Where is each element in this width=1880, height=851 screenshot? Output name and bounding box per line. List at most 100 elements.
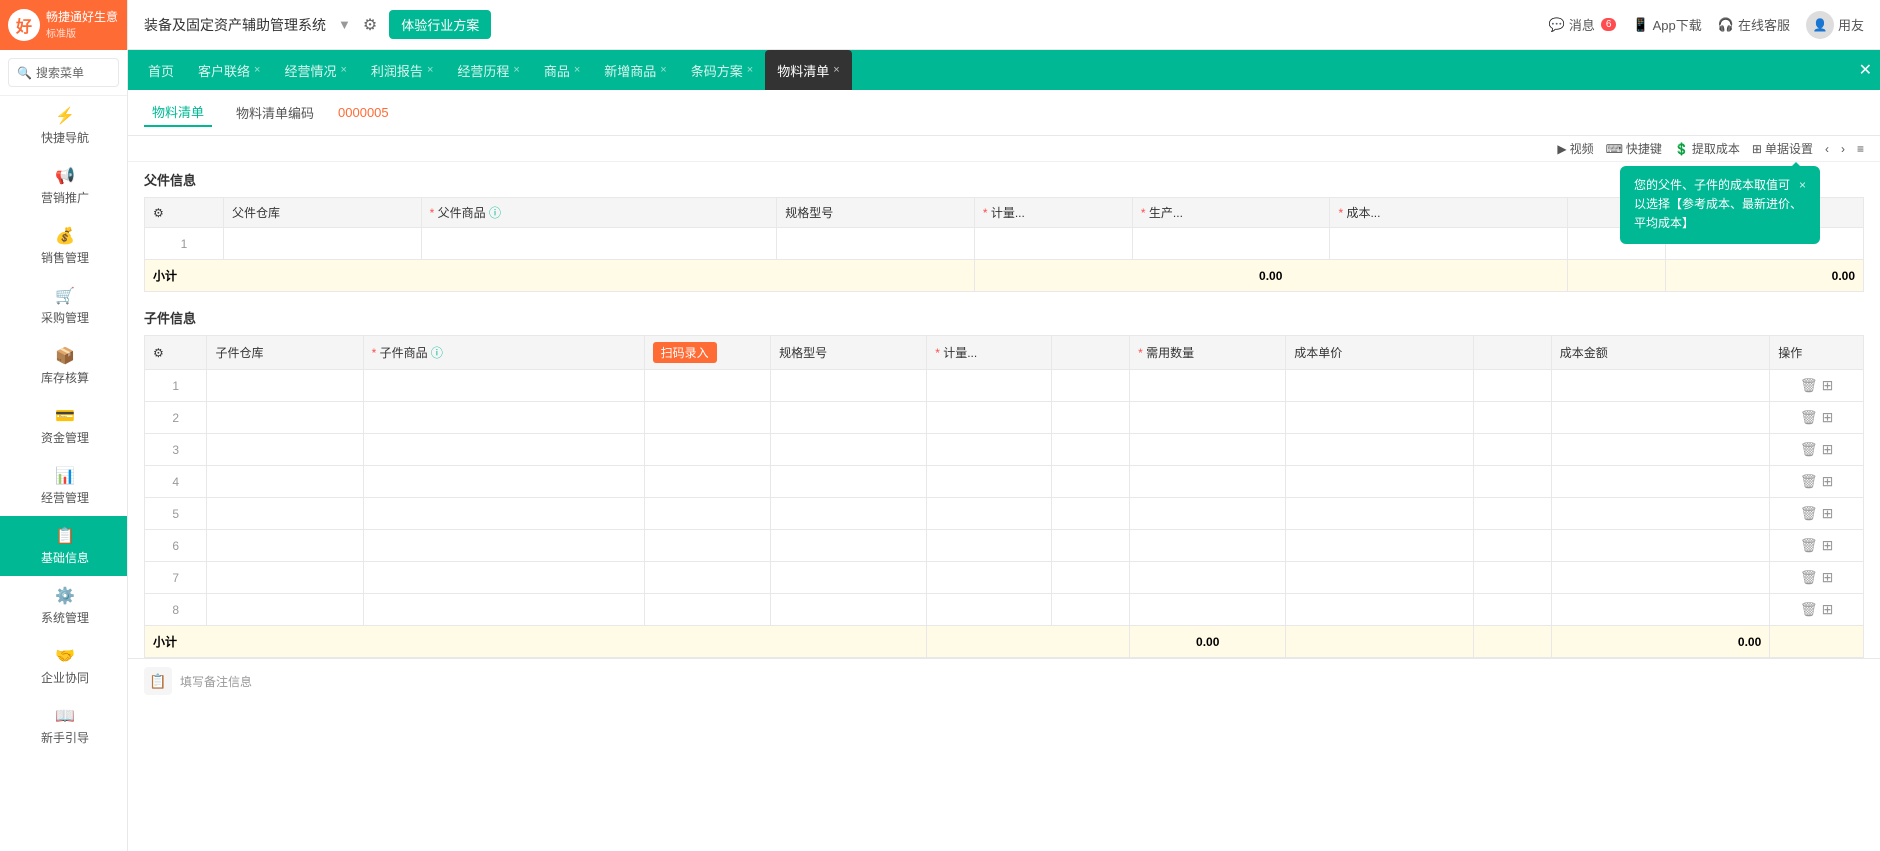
tab-product[interactable]: 商品 × bbox=[532, 50, 592, 90]
child-row-1-warehouse[interactable] bbox=[207, 370, 363, 402]
child-row-4-product[interactable] bbox=[363, 466, 644, 498]
shortcut-btn[interactable]: ⌨ 快捷键 bbox=[1606, 140, 1662, 157]
tab-bom-close[interactable]: × bbox=[833, 64, 839, 76]
tab-product-close[interactable]: × bbox=[574, 64, 580, 76]
child-row-8-product[interactable] bbox=[363, 594, 644, 626]
child-row-4-cost-unit[interactable] bbox=[1286, 466, 1473, 498]
child-row-1-product[interactable] bbox=[363, 370, 644, 402]
child-row-6-delete-icon[interactable]: 🗑 bbox=[1800, 537, 1818, 554]
child-row-2-warehouse[interactable] bbox=[207, 402, 363, 434]
sidebar-item-guide[interactable]: 📖 新手引导 bbox=[0, 696, 127, 756]
child-row-5-delete-icon[interactable]: 🗑 bbox=[1800, 505, 1818, 522]
parent-row-product[interactable] bbox=[421, 228, 777, 260]
tab-customer[interactable]: 客户联络 × bbox=[186, 50, 272, 90]
child-row-5-copy-icon[interactable]: ⊞ bbox=[1822, 505, 1834, 522]
sidebar-item-operations[interactable]: 📊 经营管理 bbox=[0, 456, 127, 516]
child-row-6-qty[interactable] bbox=[1130, 530, 1286, 562]
child-row-2-product[interactable] bbox=[363, 402, 644, 434]
sidebar-item-quick-nav[interactable]: ⚡ 快捷导航 bbox=[0, 96, 127, 156]
child-row-8-warehouse[interactable] bbox=[207, 594, 363, 626]
child-row-6-copy-icon[interactable]: ⊞ bbox=[1822, 537, 1834, 554]
child-row-3-product[interactable] bbox=[363, 434, 644, 466]
tab-new-product[interactable]: 新增商品 × bbox=[592, 50, 678, 90]
sidebar-item-system[interactable]: ⚙️ 系统管理 bbox=[0, 576, 127, 636]
child-row-2-delete-icon[interactable]: 🗑 bbox=[1800, 409, 1818, 426]
tab-journey[interactable]: 经营历程 × bbox=[445, 50, 531, 90]
child-row-4-amount[interactable] bbox=[1551, 466, 1770, 498]
parent-row-production[interactable] bbox=[1132, 228, 1330, 260]
nav-prev-btn[interactable]: ‹ bbox=[1825, 142, 1829, 156]
child-row-2-qty[interactable] bbox=[1130, 402, 1286, 434]
child-col-settings[interactable]: ⚙ bbox=[145, 336, 207, 370]
user-item[interactable]: 👤 用友 bbox=[1806, 11, 1864, 39]
app-download-item[interactable]: 📱 App下载 bbox=[1632, 15, 1701, 34]
child-row-5-product[interactable] bbox=[363, 498, 644, 530]
child-row-7-qty[interactable] bbox=[1130, 562, 1286, 594]
nav-next-btn[interactable]: › bbox=[1841, 142, 1845, 156]
child-row-6-amount[interactable] bbox=[1551, 530, 1770, 562]
view-toggle-btn[interactable]: ≡ bbox=[1857, 142, 1864, 156]
child-row-7-warehouse[interactable] bbox=[207, 562, 363, 594]
child-row-5-qty[interactable] bbox=[1130, 498, 1286, 530]
dropdown-icon[interactable]: ▼ bbox=[338, 17, 351, 32]
sidebar-item-enterprise[interactable]: 🤝 企业协同 bbox=[0, 636, 127, 696]
parent-row-unit[interactable] bbox=[974, 228, 1132, 260]
child-row-6-warehouse[interactable] bbox=[207, 530, 363, 562]
child-row-7-unit[interactable] bbox=[927, 562, 1052, 594]
child-row-8-qty[interactable] bbox=[1130, 594, 1286, 626]
parent-row-warehouse[interactable] bbox=[224, 228, 422, 260]
tab-profit-close[interactable]: × bbox=[427, 64, 433, 76]
tab-barcode[interactable]: 条码方案 × bbox=[679, 50, 765, 90]
sidebar-item-inventory[interactable]: 📦 库存核算 bbox=[0, 336, 127, 396]
tab-profit[interactable]: 利润报告 × bbox=[359, 50, 445, 90]
child-row-3-warehouse[interactable] bbox=[207, 434, 363, 466]
child-row-1-delete-icon[interactable]: 🗑 bbox=[1800, 377, 1818, 394]
child-row-8-spec[interactable] bbox=[771, 594, 927, 626]
single-settings-btn[interactable]: ⊞ 单据设置 bbox=[1752, 140, 1813, 157]
child-row-8-copy-icon[interactable]: ⊞ bbox=[1822, 601, 1834, 618]
child-row-7-delete-icon[interactable]: 🗑 bbox=[1800, 569, 1818, 586]
child-row-5-unit[interactable] bbox=[927, 498, 1052, 530]
child-row-4-unit[interactable] bbox=[927, 466, 1052, 498]
child-row-4-warehouse[interactable] bbox=[207, 466, 363, 498]
tab-operations-close[interactable]: × bbox=[340, 64, 346, 76]
message-item[interactable]: 💬 消息 6 bbox=[1549, 15, 1617, 34]
child-row-2-copy-icon[interactable]: ⊞ bbox=[1822, 409, 1834, 426]
sidebar-item-marketing[interactable]: 📢 营销推广 bbox=[0, 156, 127, 216]
child-row-3-copy-icon[interactable]: ⊞ bbox=[1822, 441, 1834, 458]
tab-customer-close[interactable]: × bbox=[254, 64, 260, 76]
video-btn[interactable]: ▶ 视频 bbox=[1557, 140, 1593, 157]
parent-row-cost[interactable] bbox=[1330, 228, 1567, 260]
child-row-6-product[interactable] bbox=[363, 530, 644, 562]
child-row-1-copy-icon[interactable]: ⊞ bbox=[1822, 377, 1834, 394]
child-row-1-qty[interactable] bbox=[1130, 370, 1286, 402]
child-row-2-amount[interactable] bbox=[1551, 402, 1770, 434]
extract-cost-btn[interactable]: 💲 提取成本 bbox=[1674, 140, 1740, 157]
settings-icon[interactable]: ⚙ bbox=[363, 15, 377, 35]
child-row-5-warehouse[interactable] bbox=[207, 498, 363, 530]
sidebar-item-basic-info[interactable]: 📋 基础信息 bbox=[0, 516, 127, 576]
trial-btn[interactable]: 体验行业方案 bbox=[389, 10, 491, 39]
child-row-7-product[interactable] bbox=[363, 562, 644, 594]
tab-bom[interactable]: 物料清单 × bbox=[765, 50, 851, 90]
scan-input-btn[interactable]: 扫码录入 bbox=[653, 342, 717, 363]
child-row-2-spec[interactable] bbox=[771, 402, 927, 434]
child-row-3-spec[interactable] bbox=[771, 434, 927, 466]
child-row-3-delete-icon[interactable]: 🗑 bbox=[1800, 441, 1818, 458]
child-row-7-amount[interactable] bbox=[1551, 562, 1770, 594]
tooltip-close-btn[interactable]: × bbox=[1799, 176, 1806, 195]
tab-operations[interactable]: 经营情况 × bbox=[272, 50, 358, 90]
child-row-8-cost-unit[interactable] bbox=[1286, 594, 1473, 626]
child-row-5-spec[interactable] bbox=[771, 498, 927, 530]
child-row-2-unit[interactable] bbox=[927, 402, 1052, 434]
sidebar-item-finance[interactable]: 💳 资金管理 bbox=[0, 396, 127, 456]
parent-row-spec[interactable] bbox=[777, 228, 975, 260]
child-row-4-delete-icon[interactable]: 🗑 bbox=[1800, 473, 1818, 490]
child-row-4-spec[interactable] bbox=[771, 466, 927, 498]
child-row-7-spec[interactable] bbox=[771, 562, 927, 594]
child-row-8-amount[interactable] bbox=[1551, 594, 1770, 626]
search-menu-button[interactable]: 🔍 搜索菜单 bbox=[8, 58, 119, 87]
child-row-4-qty[interactable] bbox=[1130, 466, 1286, 498]
child-row-3-qty[interactable] bbox=[1130, 434, 1286, 466]
child-row-6-unit[interactable] bbox=[927, 530, 1052, 562]
